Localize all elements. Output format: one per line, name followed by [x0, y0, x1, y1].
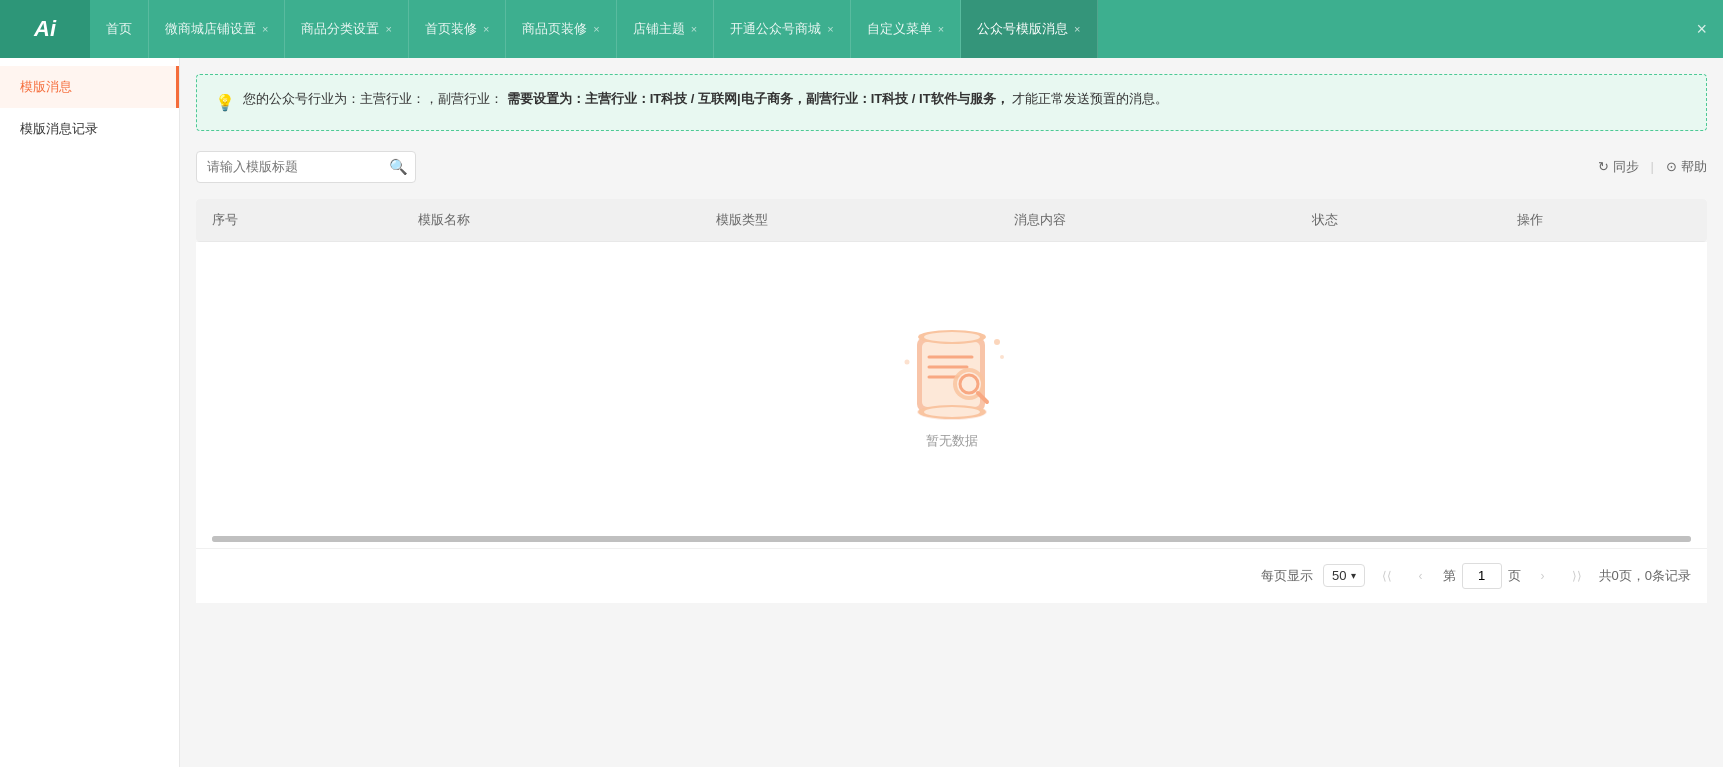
empty-illustration	[887, 302, 1017, 432]
nav-tabs-container: 首页微商城店铺设置×商品分类设置×首页装修×商品页装修×店铺主题×开通公众号商城…	[90, 0, 1680, 58]
next-page-button[interactable]: ›	[1531, 564, 1555, 588]
nav-tab[interactable]: 店铺主题 ×	[617, 0, 714, 58]
nav-tab-label: 商品页装修	[522, 20, 587, 38]
main-layout: 模版消息模版消息记录 💡 您的公众号行业为：主营行业：，副营行业： 需要设置为：…	[0, 58, 1723, 767]
table-header-2: 模版类型	[700, 199, 998, 242]
tab-close-button[interactable]: ×	[483, 24, 489, 35]
search-input-wrap: 🔍	[196, 151, 416, 183]
chevron-down-icon: ▾	[1351, 570, 1356, 581]
sync-icon: ↻	[1598, 159, 1609, 174]
help-button[interactable]: ⊙ 帮助	[1666, 158, 1707, 176]
notice-text: 您的公众号行业为：主营行业：，副营行业： 需要设置为：主营行业：IT科技 / 互…	[243, 89, 1168, 110]
nav-tab-label: 公众号模版消息	[977, 20, 1068, 38]
nav-tab-label: 商品分类设置	[301, 20, 379, 38]
sidebar-item[interactable]: 模版消息记录	[0, 108, 179, 150]
sync-button[interactable]: ↻ 同步	[1598, 158, 1639, 176]
table-container: 序号模版名称模版类型消息内容状态操作	[196, 199, 1707, 603]
divider: |	[1651, 159, 1654, 174]
table-header-1: 模版名称	[402, 199, 700, 242]
data-table: 序号模版名称模版类型消息内容状态操作	[196, 199, 1707, 242]
scrollbar-area	[196, 530, 1707, 548]
search-button[interactable]: 🔍	[389, 158, 408, 176]
nav-tab[interactable]: 微商城店铺设置 ×	[149, 0, 285, 58]
sidebar: 模版消息模版消息记录	[0, 58, 180, 767]
nav-tab-label: 首页装修	[425, 20, 477, 38]
scrollbar-track[interactable]	[212, 536, 1691, 542]
page-size-select[interactable]: 50 ▾	[1323, 564, 1364, 587]
search-left: 🔍	[196, 151, 416, 183]
total-info: 共0页，0条记录	[1599, 567, 1691, 585]
close-all-tabs-button[interactable]: ×	[1680, 19, 1723, 40]
nav-tab[interactable]: 商品页装修 ×	[506, 0, 616, 58]
nav-tab-label: 开通公众号商城	[730, 20, 821, 38]
lightbulb-icon: 💡	[215, 90, 235, 116]
page-unit: 页	[1508, 567, 1521, 585]
page-size-value: 50	[1332, 568, 1346, 583]
empty-text: 暂无数据	[926, 432, 978, 450]
tab-close-button[interactable]: ×	[262, 24, 268, 35]
sidebar-item[interactable]: 模版消息	[0, 66, 179, 108]
nav-tab-label: 店铺主题	[633, 20, 685, 38]
page-label: 第	[1443, 567, 1456, 585]
svg-point-15	[1000, 355, 1004, 359]
tab-close-button[interactable]: ×	[593, 24, 599, 35]
notice-banner: 💡 您的公众号行业为：主营行业：，副营行业： 需要设置为：主营行业：IT科技 /…	[196, 74, 1707, 131]
svg-point-7	[924, 332, 980, 342]
svg-point-14	[994, 339, 1000, 345]
content-area: 💡 您的公众号行业为：主营行业：，副营行业： 需要设置为：主营行业：IT科技 /…	[180, 58, 1723, 767]
scrollbar-thumb[interactable]	[212, 536, 1691, 542]
nav-tab[interactable]: 开通公众号商城 ×	[714, 0, 850, 58]
table-header-3: 消息内容	[998, 199, 1296, 242]
svg-point-9	[924, 407, 980, 417]
empty-state: 暂无数据	[196, 242, 1707, 530]
nav-tab-label: 首页	[106, 20, 132, 38]
pagination: 每页显示 50 ▾ ⟨⟨ ‹ 第 页 › ⟩⟩ 共0页，0条记录	[196, 548, 1707, 603]
tab-close-button[interactable]: ×	[1074, 24, 1080, 35]
search-input[interactable]	[196, 151, 416, 183]
page-info: 第 页	[1443, 563, 1521, 589]
table-header-0: 序号	[196, 199, 402, 242]
table-header-4: 状态	[1296, 199, 1502, 242]
page-size-label: 每页显示	[1261, 567, 1313, 585]
svg-point-16	[904, 359, 909, 364]
tab-close-button[interactable]: ×	[827, 24, 833, 35]
top-navigation: Ai 首页微商城店铺设置×商品分类设置×首页装修×商品页装修×店铺主题×开通公众…	[0, 0, 1723, 58]
nav-tab[interactable]: 首页	[90, 0, 149, 58]
table-header-row: 序号模版名称模版类型消息内容状态操作	[196, 199, 1707, 242]
tab-close-button[interactable]: ×	[938, 24, 944, 35]
prev-page-button[interactable]: ‹	[1409, 564, 1433, 588]
nav-tab-label: 微商城店铺设置	[165, 20, 256, 38]
table-header-5: 操作	[1501, 199, 1707, 242]
tab-close-button[interactable]: ×	[385, 24, 391, 35]
nav-tab[interactable]: 自定义菜单 ×	[851, 0, 961, 58]
tab-close-button[interactable]: ×	[691, 24, 697, 35]
nav-tab[interactable]: 首页装修 ×	[409, 0, 506, 58]
first-page-button[interactable]: ⟨⟨	[1375, 564, 1399, 588]
page-number-input[interactable]	[1462, 563, 1502, 589]
help-icon: ⊙	[1666, 159, 1677, 174]
last-page-button[interactable]: ⟩⟩	[1565, 564, 1589, 588]
nav-tab[interactable]: 商品分类设置 ×	[285, 0, 408, 58]
nav-tab-label: 自定义菜单	[867, 20, 932, 38]
logo: Ai	[0, 0, 90, 58]
search-right: ↻ 同步 | ⊙ 帮助	[1598, 158, 1707, 176]
nav-tab[interactable]: 公众号模版消息 ×	[961, 0, 1097, 58]
search-bar: 🔍 ↻ 同步 | ⊙ 帮助	[196, 151, 1707, 183]
